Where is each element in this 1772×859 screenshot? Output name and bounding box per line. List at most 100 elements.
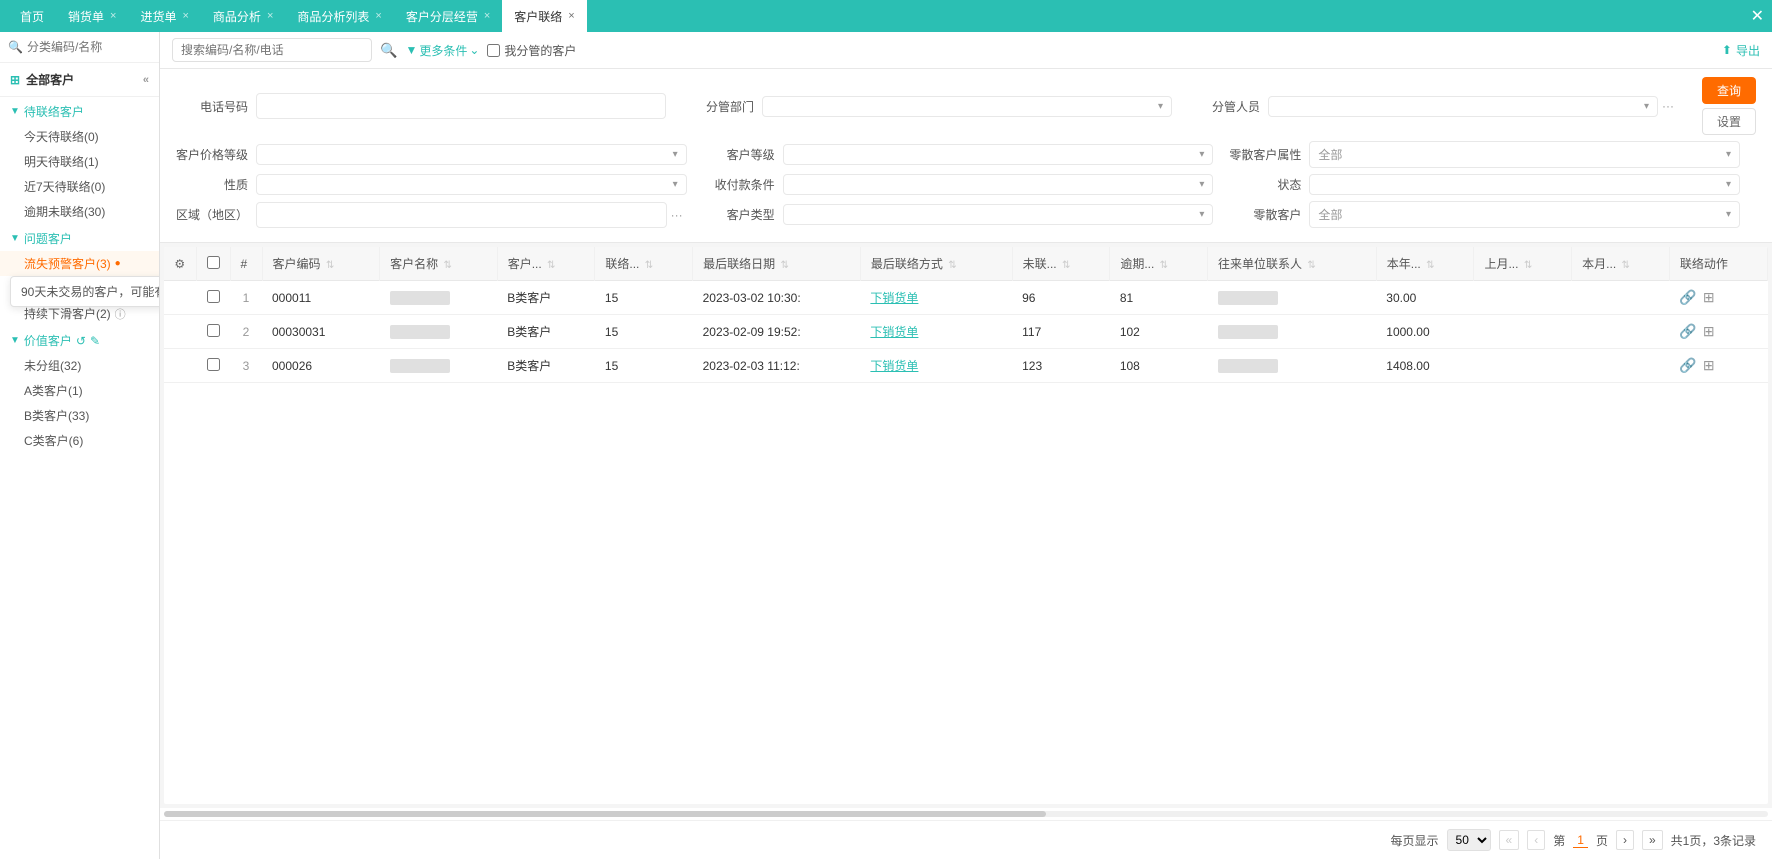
- this-month-col-header[interactable]: 本月... ⇅: [1572, 247, 1670, 281]
- region-input[interactable]: [256, 202, 667, 228]
- my-customers-checkbox[interactable]: [487, 44, 500, 57]
- type-col-header[interactable]: 客户... ⇅: [497, 247, 595, 281]
- dept-select[interactable]: ▾: [762, 96, 1172, 117]
- phone-input[interactable]: [256, 93, 666, 119]
- sidebar-item-churning[interactable]: 流失预警客户(3) ●: [0, 251, 159, 276]
- value-edit-icon[interactable]: ✎: [90, 334, 100, 348]
- first-page-button[interactable]: «: [1499, 830, 1520, 850]
- tab-analysis-list-close[interactable]: ×: [375, 10, 381, 22]
- value-refresh-icon[interactable]: ↺: [76, 334, 86, 348]
- tab-purchase-close[interactable]: ×: [182, 10, 188, 22]
- prev-page-button[interactable]: ‹: [1527, 830, 1545, 850]
- row1-checkbox[interactable]: [196, 281, 230, 315]
- tab-customer-contact[interactable]: 客户联络 ×: [502, 0, 586, 32]
- payment-select[interactable]: ▾: [783, 174, 1214, 195]
- row2-last-method[interactable]: 下销货单: [860, 315, 1012, 349]
- retail-attr-select[interactable]: 全部 ▾: [1309, 141, 1740, 168]
- code-col-header[interactable]: 客户编码 ⇅: [262, 247, 380, 281]
- region-more-button[interactable]: ···: [667, 208, 687, 222]
- sidebar-item-classB[interactable]: B类客户(33): [0, 403, 159, 428]
- sidebar-group-problem[interactable]: ▼ 问题客户: [0, 224, 159, 251]
- export-button[interactable]: ⬆ 导出: [1722, 42, 1760, 59]
- sidebar-item-week[interactable]: 近7天待联络(0): [0, 174, 159, 199]
- row2-last-method-link[interactable]: 下销货单: [870, 325, 918, 339]
- sidebar-item-overdue[interactable]: 逾期未联络(30): [0, 199, 159, 224]
- pagination: 每页显示 50 « ‹ 第 1 页 › » 共1页，3条记录: [160, 820, 1772, 859]
- settings-button[interactable]: 设置: [1702, 108, 1756, 135]
- search-button[interactable]: 🔍: [380, 42, 397, 59]
- unit-contact-col-header[interactable]: 往来单位联系人 ⇅: [1208, 247, 1377, 281]
- tab-analysis-list[interactable]: 商品分析列表 ×: [285, 0, 393, 32]
- sidebar-collapse-button[interactable]: «: [143, 74, 149, 86]
- row2-code: 00030031: [262, 315, 380, 349]
- tab-customer-tier-close[interactable]: ×: [484, 10, 490, 22]
- contacts-col-header[interactable]: 联络... ⇅: [595, 247, 693, 281]
- row3-select-checkbox[interactable]: [207, 358, 220, 371]
- action-col-header: 联络动作: [1669, 247, 1767, 281]
- tab-sales[interactable]: 销货单 ×: [56, 0, 128, 32]
- manager-select[interactable]: ▾: [1268, 96, 1658, 117]
- row3-checkbox[interactable]: [196, 349, 230, 383]
- tab-customer-tier[interactable]: 客户分层经营 ×: [394, 0, 502, 32]
- sidebar-item-today[interactable]: 今天待联络(0): [0, 124, 159, 149]
- tab-sales-close[interactable]: ×: [110, 10, 116, 22]
- close-all-button[interactable]: ✕: [1751, 6, 1764, 26]
- more-conditions-button[interactable]: ▼ 更多条件 ⌄: [405, 42, 479, 59]
- table-settings-icon[interactable]: ⚙: [174, 257, 185, 271]
- sidebar-group-value[interactable]: ▼ 价值客户 ↺ ✎: [0, 326, 159, 353]
- name-col-header[interactable]: 客户名称 ⇅: [380, 247, 498, 281]
- select-all-checkbox[interactable]: [207, 256, 220, 269]
- sidebar-search-input[interactable]: [27, 40, 160, 54]
- row1-action-grid-icon[interactable]: ⊞: [1703, 289, 1715, 306]
- last-date-col-header[interactable]: 最后联络日期 ⇅: [693, 247, 861, 281]
- tab-analysis-close[interactable]: ×: [267, 10, 273, 22]
- query-button[interactable]: 查询: [1702, 77, 1756, 104]
- horizontal-scrollbar[interactable]: [160, 808, 1772, 820]
- sidebar-group-pending[interactable]: ▼ 待联络客户: [0, 97, 159, 124]
- tab-analysis[interactable]: 商品分析 ×: [201, 0, 285, 32]
- row2-action-link-icon[interactable]: 🔗: [1679, 323, 1696, 340]
- sidebar-item-tomorrow[interactable]: 明天待联络(1): [0, 149, 159, 174]
- search-input[interactable]: [172, 38, 372, 62]
- status-select[interactable]: ▾: [1309, 174, 1740, 195]
- settings-col-header[interactable]: ⚙: [164, 247, 196, 281]
- last-method-col-header[interactable]: 最后联络方式 ⇅: [860, 247, 1012, 281]
- page-size-select[interactable]: 50: [1447, 829, 1491, 851]
- row3-last-method[interactable]: 下销货单: [860, 349, 1012, 383]
- this-year-col-header[interactable]: 本年... ⇅: [1376, 247, 1474, 281]
- not-contacted-col-header[interactable]: 未联... ⇅: [1012, 247, 1110, 281]
- filter-status: 状态 ▾: [1229, 174, 1756, 195]
- sidebar-item-classC[interactable]: C类客户(6): [0, 428, 159, 453]
- row2-checkbox[interactable]: [196, 315, 230, 349]
- next-page-button[interactable]: ›: [1616, 830, 1634, 850]
- sidebar-item-classA[interactable]: A类客户(1): [0, 378, 159, 403]
- checkbox-col-header[interactable]: [196, 247, 230, 281]
- row3-action-grid-icon[interactable]: ⊞: [1703, 357, 1715, 374]
- last-page-button[interactable]: »: [1642, 830, 1663, 850]
- price-tier-select[interactable]: ▾: [256, 144, 687, 165]
- row1-last-method[interactable]: 下销货单: [860, 281, 1012, 315]
- tab-home[interactable]: 首页: [8, 0, 56, 32]
- row1-last-method-link[interactable]: 下销货单: [870, 291, 918, 305]
- my-customers-filter[interactable]: 我分管的客户: [487, 42, 576, 59]
- sidebar-item-ungroup[interactable]: 未分组(32): [0, 353, 159, 378]
- scrollbar-track[interactable]: [164, 811, 1768, 817]
- customer-tier-select[interactable]: ▾: [783, 144, 1214, 165]
- last-month-col-header[interactable]: 上月... ⇅: [1474, 247, 1572, 281]
- row3-action-link-icon[interactable]: 🔗: [1679, 357, 1696, 374]
- sidebar-all-customers[interactable]: ⊞ 全部客户 «: [0, 63, 159, 97]
- retail-customer-select[interactable]: 全部 ▾: [1309, 201, 1740, 228]
- scrollbar-thumb[interactable]: [164, 811, 1046, 817]
- phone-label: 电话号码: [176, 98, 256, 115]
- row2-action-grid-icon[interactable]: ⊞: [1703, 323, 1715, 340]
- row2-select-checkbox[interactable]: [207, 324, 220, 337]
- tab-customer-contact-close[interactable]: ×: [568, 10, 574, 22]
- row1-select-checkbox[interactable]: [207, 290, 220, 303]
- overdue-col-header[interactable]: 逾期... ⇅: [1110, 247, 1208, 281]
- manager-more-button[interactable]: ···: [1658, 99, 1678, 113]
- row1-action-link-icon[interactable]: 🔗: [1679, 289, 1696, 306]
- tab-purchase[interactable]: 进货单 ×: [128, 0, 200, 32]
- row3-last-method-link[interactable]: 下销货单: [870, 359, 918, 373]
- customer-type-select[interactable]: ▾: [783, 204, 1214, 225]
- nature-select[interactable]: ▾: [256, 174, 687, 195]
